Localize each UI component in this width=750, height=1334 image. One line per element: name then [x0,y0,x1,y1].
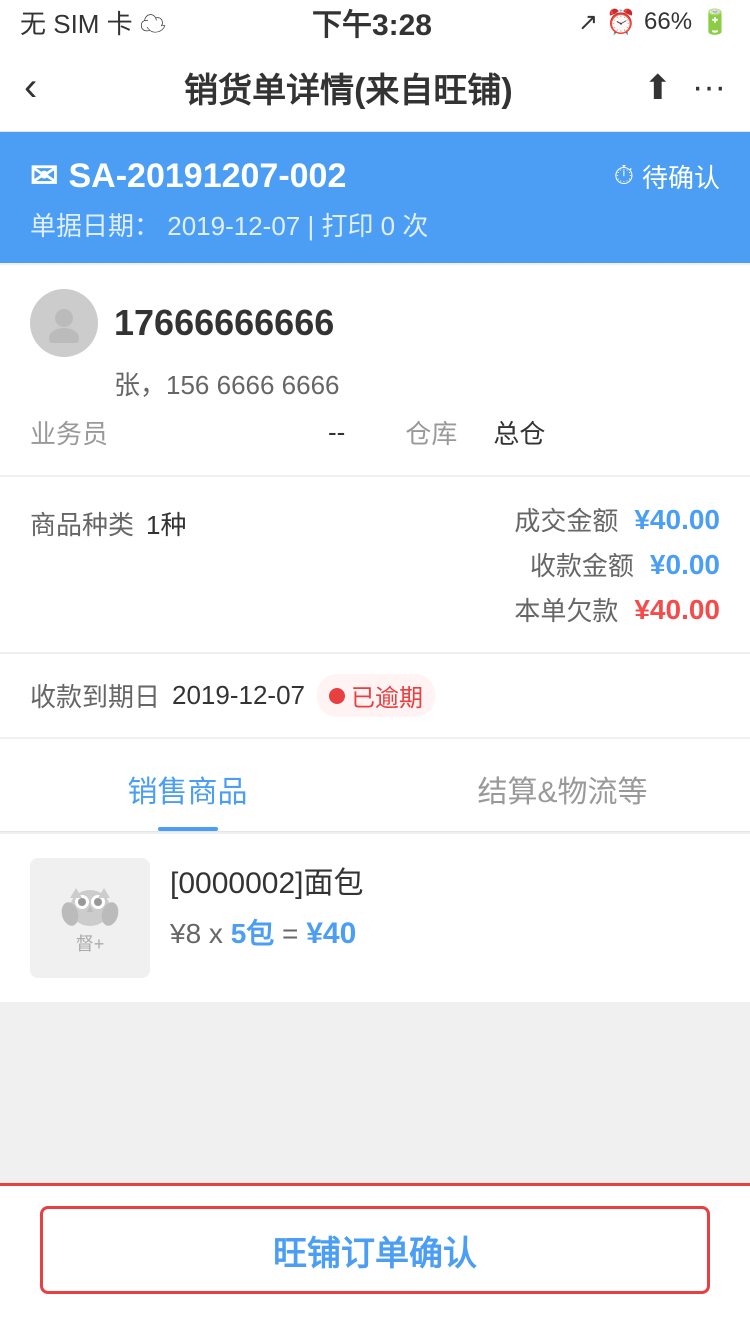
amount-row-0: 成交金额 ¥40.00 [514,501,720,538]
nav-bar: ‹ 销货单详情(来自旺铺) ⬆ ··· [0,44,750,132]
tab-settlement[interactable]: 结算&物流等 [375,739,750,831]
order-header-card: ✉ SA-20191207-002 ⏱ 待确认 单据日期： 2019-12-07… [0,132,750,263]
amount-value-1: ¥0.00 [650,549,720,581]
location-icon: ↗ [578,8,598,37]
status-time: 下午3:28 [312,0,432,44]
customer-phone: 17666666666 [114,302,334,344]
status-right: ↗ ⏰ 66% 🔋 [578,8,730,37]
salesperson-value: -- [328,417,345,448]
more-icon[interactable]: ··· [692,68,726,107]
summary-left: 商品种类 1种 [30,501,514,542]
product-price: ¥8 x [170,918,231,949]
back-button[interactable]: ‹ [24,65,37,110]
summary-section: 商品种类 1种 成交金额 ¥40.00 收款金额 ¥0.00 本单欠款 ¥40.… [0,477,750,652]
product-thumb-brand: 督+ [76,930,105,956]
order-status: ⏱ 待确认 [614,158,720,195]
order-icon: ✉ [30,156,59,196]
overdue-label: 收款到期日 [30,677,160,714]
status-clock-icon: ⏱ [614,160,634,192]
amount-label-0: 成交金额 [514,501,618,538]
order-id-row: ✉ SA-20191207-002 ⏱ 待确认 [30,156,720,196]
order-id-text: SA-20191207-002 [69,157,347,196]
avatar [30,289,98,357]
order-date-row: 单据日期： 2019-12-07 | 打印 0 次 [30,206,720,243]
warehouse-value: 总仓 [493,414,545,451]
product-thumbnail: 督+ [30,858,150,978]
customer-row: 17666666666 [30,289,720,357]
amount-label-1: 收款金额 [530,546,634,583]
amount-row-1: 收款金额 ¥0.00 [530,546,720,583]
customer-meta: 业务员 -- 仓库 总仓 [30,414,720,451]
product-qty: 5包 [231,918,275,949]
order-id: ✉ SA-20191207-002 [30,156,346,196]
battery-icon: 🔋 [700,8,730,37]
overdue-dot-icon [329,688,345,704]
page-title: 销货单详情(来自旺铺) [53,63,643,112]
overdue-section: 收款到期日 2019-12-07 已逾期 [0,654,750,737]
nav-actions: ⬆ ··· [644,68,726,108]
salesperson-item: 业务员 -- [30,414,345,451]
overdue-text: 已逾期 [351,678,423,713]
tab-settlement-label: 结算&物流等 [477,776,647,809]
confirm-button-wrap: 旺铺订单确认 [0,1183,750,1334]
overdue-badge: 已逾期 [317,674,435,717]
salesperson-label: 业务员 [30,414,108,451]
overdue-date: 2019-12-07 [172,680,305,711]
alarm-icon: ⏰ [606,8,636,37]
share-icon[interactable]: ⬆ [644,68,673,108]
product-price-row: ¥8 x 5包 = ¥40 [170,912,720,952]
amount-value-0: ¥40.00 [634,504,720,536]
order-date-value: 2019-12-07 [167,211,300,241]
sim-status: 无 SIM 卡 ☁ [20,4,166,41]
product-total: ¥40 [306,917,356,950]
date-label: 单据日期： [30,211,160,241]
product-info: [0000002]面包 ¥8 x 5包 = ¥40 [170,858,720,952]
warehouse-label: 仓库 [405,414,457,451]
battery-level: 66% [644,8,692,36]
tab-sales-label: 销售商品 [128,776,248,809]
amount-row-2: 本单欠款 ¥40.00 [514,591,720,628]
amount-value-2: ¥40.00 [634,594,720,626]
category-label: 商品种类 [30,505,134,542]
warehouse-item: 仓库 总仓 [405,414,545,451]
status-left: 无 SIM 卡 ☁ [20,4,166,41]
product-equals: = [274,918,306,949]
status-bar: 无 SIM 卡 ☁ 下午3:28 ↗ ⏰ 66% 🔋 [0,0,750,44]
summary-right: 成交金额 ¥40.00 收款金额 ¥0.00 本单欠款 ¥40.00 [514,501,720,628]
confirm-order-button[interactable]: 旺铺订单确认 [40,1206,710,1294]
tabs-section: 销售商品 结算&物流等 [0,739,750,832]
product-name: [0000002]面包 [170,858,720,902]
tab-sales[interactable]: 销售商品 [0,739,375,831]
confirm-button-label: 旺铺订单确认 [273,1226,477,1275]
status-text: 待确认 [642,158,720,195]
print-info: | 打印 0 次 [307,211,428,241]
product-item: 督+ [0000002]面包 ¥8 x 5包 = ¥40 [30,858,720,978]
customer-name: 张，156 6666 6666 [114,365,720,402]
category-value: 1种 [146,505,186,542]
customer-section: 17666666666 张，156 6666 6666 业务员 -- 仓库 总仓 [0,265,750,475]
product-section: 督+ [0000002]面包 ¥8 x 5包 = ¥40 [0,834,750,1002]
amount-label-2: 本单欠款 [514,591,618,628]
